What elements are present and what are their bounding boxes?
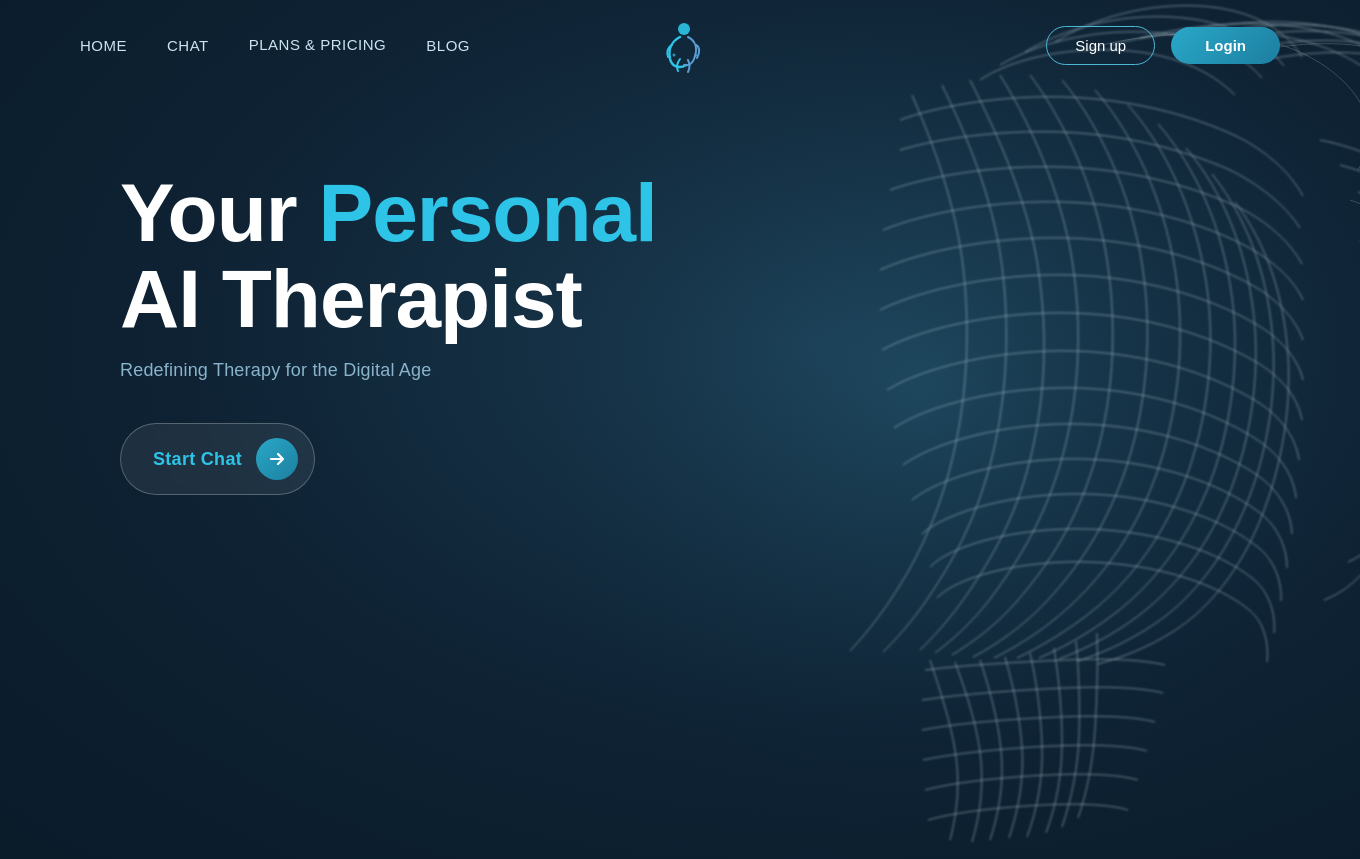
nav-blog[interactable]: BLOG xyxy=(426,37,470,54)
navbar: HOME CHAT PLANS & PRICING BLOG Sign up L… xyxy=(0,0,1360,90)
nav-left: HOME CHAT PLANS & PRICING BLOG xyxy=(80,36,470,54)
hero-subtitle: Redefining Therapy for the Digital Age xyxy=(120,360,1360,381)
hero-title-part2: AI Therapist xyxy=(120,253,582,344)
hero-title-highlight: Personal xyxy=(318,167,656,258)
hero-title-part1: Your xyxy=(120,167,318,258)
signup-button[interactable]: Sign up xyxy=(1046,26,1155,65)
svg-point-1 xyxy=(678,23,690,35)
nav-chat[interactable]: CHAT xyxy=(167,37,209,54)
arrow-right-icon xyxy=(267,449,287,469)
hero-section: Your Personal AI Therapist Redefining Th… xyxy=(0,90,1360,495)
svg-point-2 xyxy=(673,54,676,57)
start-chat-button[interactable]: Start Chat xyxy=(120,423,315,495)
login-button[interactable]: Login xyxy=(1171,27,1280,64)
svg-point-3 xyxy=(695,54,698,57)
nav-plans-pricing[interactable]: PLANS & PRICING xyxy=(249,36,387,54)
start-chat-label: Start Chat xyxy=(153,449,242,470)
nav-home[interactable]: HOME xyxy=(80,37,127,54)
hero-title: Your Personal AI Therapist xyxy=(120,170,1360,342)
nav-right: Sign up Login xyxy=(1046,26,1280,65)
arrow-icon-circle xyxy=(256,438,298,480)
logo xyxy=(652,17,708,73)
